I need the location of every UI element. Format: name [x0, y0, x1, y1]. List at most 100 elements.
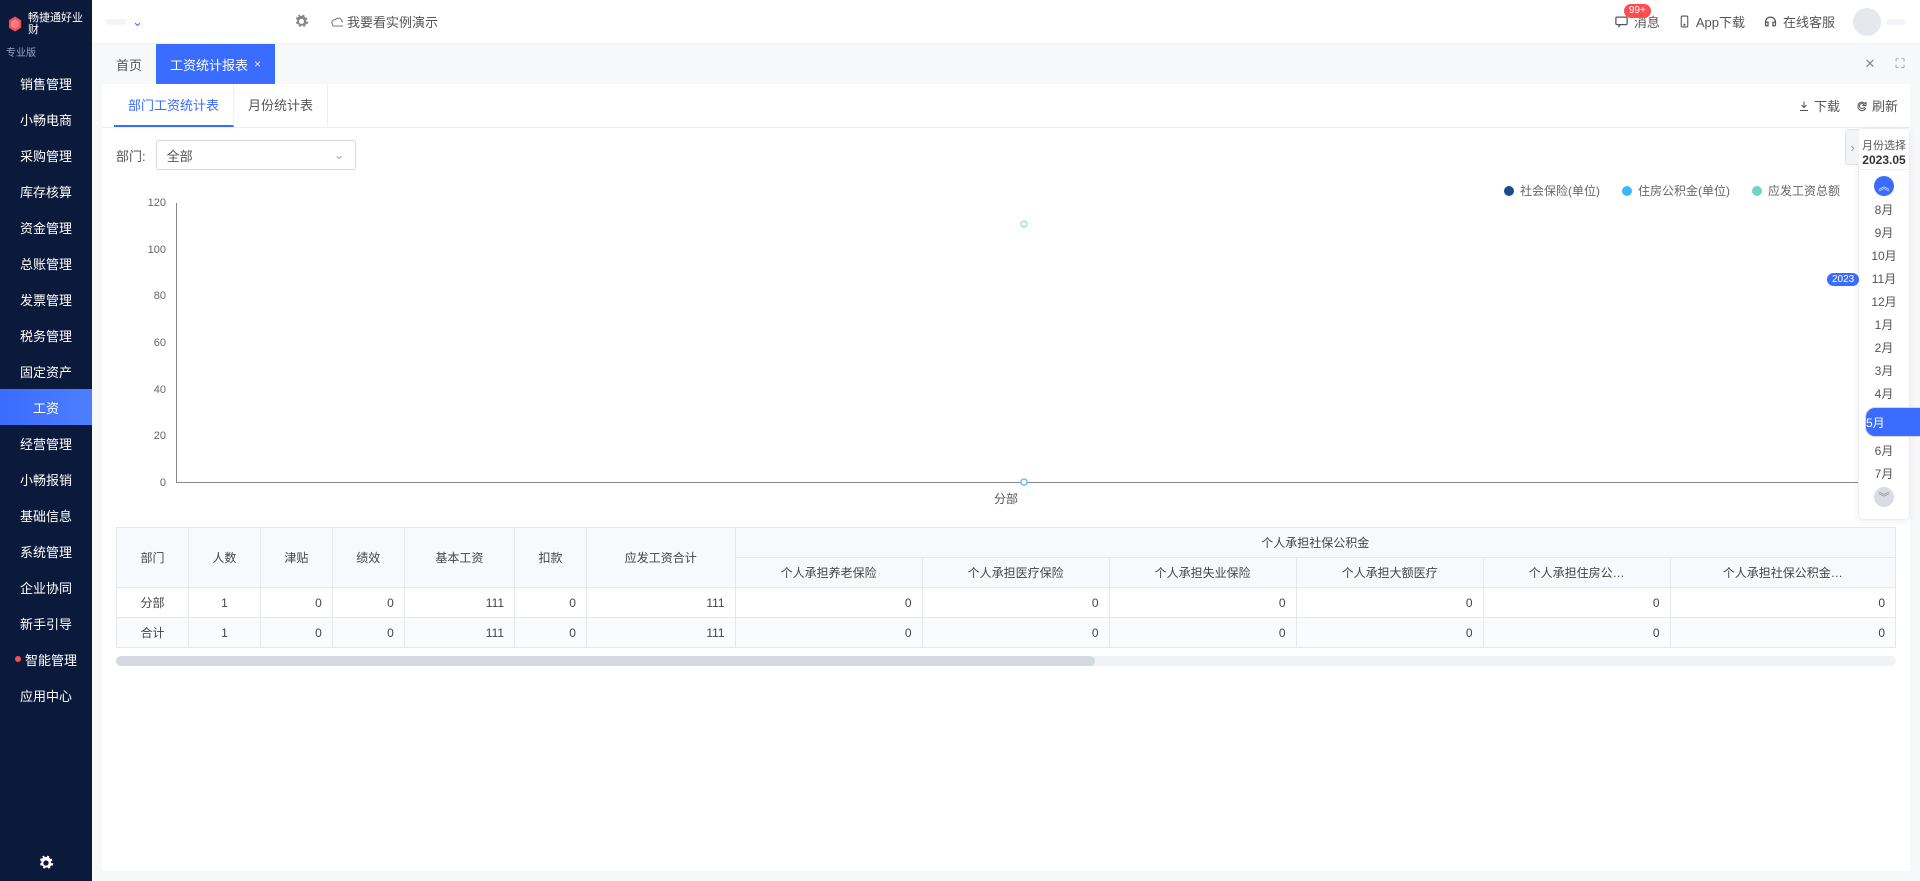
month-option[interactable]: 9月: [1859, 221, 1909, 244]
col-sub-header: 个人承担养老保险: [735, 558, 922, 588]
sidebar-item-6[interactable]: 发票管理: [0, 281, 92, 317]
refresh-button[interactable]: 刷新: [1856, 96, 1898, 115]
filters: 部门: 全部 ⌄: [102, 128, 1910, 182]
y-tick: 120: [148, 197, 166, 209]
sidebar-item-label: 新手引导: [20, 614, 72, 633]
app-download-button[interactable]: App下载: [1678, 12, 1745, 31]
cloud-icon: [329, 15, 343, 29]
legend-item[interactable]: 住房公积金(单位): [1622, 182, 1730, 199]
chevron-down-icon: ⌄: [334, 147, 345, 163]
demo-link[interactable]: 我要看实例演示: [329, 12, 438, 31]
sidebar-item-14[interactable]: 企业协同: [0, 569, 92, 605]
month-option[interactable]: 11月: [1859, 267, 1909, 290]
month-panel-toggle[interactable]: ›: [1845, 129, 1859, 165]
sidebar-settings[interactable]: [0, 845, 92, 881]
chart-xlabel: 分部: [994, 490, 1018, 507]
sidebar-item-13[interactable]: 系统管理: [0, 533, 92, 569]
chart-point: [1020, 220, 1027, 227]
y-tick: 100: [148, 244, 166, 256]
month-selector-panel: › 月份选择 2023.05 ︽ 8月9月10月11月12月1月2月3月4月5月…: [1858, 128, 1910, 520]
month-option[interactable]: 6月: [1859, 439, 1909, 462]
dept-select[interactable]: 全部 ⌄: [156, 140, 356, 170]
month-scroll-down[interactable]: ︾: [1874, 487, 1894, 507]
sidebar-item-1[interactable]: 小畅电商: [0, 101, 92, 137]
month-option[interactable]: 5月: [1865, 407, 1920, 437]
brand-logo: 畅捷通好业财: [0, 0, 92, 44]
subtab-1[interactable]: 月份统计表: [234, 84, 328, 127]
username: [1886, 19, 1906, 25]
month-option[interactable]: 1月: [1859, 313, 1909, 336]
sidebar-item-label: 销售管理: [20, 74, 72, 93]
brand-edition: 专业版: [0, 44, 92, 59]
col-sub-header: 个人承担社保公积金…: [1670, 558, 1895, 588]
salary-table: 部门人数津贴绩效基本工资扣款应发工资合计个人承担社保公积金个人承担养老保险个人承…: [116, 527, 1896, 648]
sidebar-item-label: 资金管理: [20, 218, 72, 237]
year-marker: 2023: [1827, 273, 1859, 286]
sidebar-item-label: 税务管理: [20, 326, 72, 345]
sidebar-item-17[interactable]: 应用中心: [0, 677, 92, 713]
sidebar-item-0[interactable]: 销售管理: [0, 65, 92, 101]
close-tab-button[interactable]: ✕: [1860, 54, 1880, 74]
month-scroll-up[interactable]: ︽: [1874, 176, 1894, 196]
chart-plot: [176, 203, 1870, 483]
month-option[interactable]: 2月: [1859, 336, 1909, 359]
sidebar-item-2[interactable]: 采购管理: [0, 137, 92, 173]
col-sub-header: 个人承担大额医疗: [1296, 558, 1483, 588]
dept-filter-label: 部门:: [116, 146, 146, 165]
col-header: 部门: [117, 528, 189, 588]
download-icon: [1798, 100, 1810, 112]
month-option[interactable]: 12月: [1859, 290, 1909, 313]
settings-icon[interactable]: [294, 14, 309, 29]
sidebar-item-12[interactable]: 基础信息: [0, 497, 92, 533]
fullscreen-button[interactable]: ⛶: [1890, 54, 1910, 74]
sidebar-item-7[interactable]: 税务管理: [0, 317, 92, 353]
subtab-0[interactable]: 部门工资统计表: [114, 84, 234, 127]
page-tab-0[interactable]: 首页: [102, 44, 156, 84]
month-option[interactable]: 3月: [1859, 359, 1909, 382]
chart-area: 社会保险(单位)住房公积金(单位)应发工资总额 020406080100120 …: [102, 182, 1910, 513]
sidebar-item-16[interactable]: 智能管理: [0, 641, 92, 677]
legend-item[interactable]: 社会保险(单位): [1504, 182, 1600, 199]
sidebar-item-5[interactable]: 总账管理: [0, 245, 92, 281]
org-switcher[interactable]: ⌄: [106, 14, 286, 30]
brand-icon: [6, 15, 24, 33]
sidebar-item-4[interactable]: 资金管理: [0, 209, 92, 245]
sidebar-item-8[interactable]: 固定资产: [0, 353, 92, 389]
page-tab-1[interactable]: 工资统计报表×: [156, 44, 275, 84]
sidebar-item-10[interactable]: 经营管理: [0, 425, 92, 461]
y-tick: 60: [154, 337, 166, 349]
legend-item[interactable]: 应发工资总额: [1752, 182, 1840, 199]
report-subtabs: 部门工资统计表月份统计表 下载 刷新: [102, 84, 1910, 128]
user-menu[interactable]: [1853, 8, 1906, 36]
chart-point: [1020, 479, 1027, 486]
col-header: 基本工资: [404, 528, 514, 588]
month-option[interactable]: 10月: [1859, 244, 1909, 267]
sidebar: 畅捷通好业财 专业版 销售管理小畅电商采购管理库存核算资金管理总账管理发票管理税…: [0, 0, 92, 881]
col-header: 扣款: [515, 528, 587, 588]
table-row: 分部1001110111000000: [117, 588, 1896, 618]
month-option[interactable]: 4月: [1859, 382, 1909, 405]
month-option[interactable]: 8月: [1859, 198, 1909, 221]
sidebar-item-3[interactable]: 库存核算: [0, 173, 92, 209]
sidebar-item-label: 基础信息: [20, 506, 72, 525]
col-header: 津贴: [260, 528, 332, 588]
table-h-scrollbar[interactable]: [116, 656, 1896, 666]
gear-icon: [38, 855, 54, 871]
sidebar-item-label: 企业协同: [20, 578, 72, 597]
col-sub-header: 个人承担失业保险: [1109, 558, 1296, 588]
col-header: 人数: [188, 528, 260, 588]
online-service-button[interactable]: 在线客服: [1763, 12, 1835, 31]
close-icon[interactable]: ×: [254, 57, 261, 71]
sidebar-item-11[interactable]: 小畅报销: [0, 461, 92, 497]
sidebar-item-label: 小畅报销: [20, 470, 72, 489]
legend-dot: [1752, 186, 1762, 196]
sidebar-item-15[interactable]: 新手引导: [0, 605, 92, 641]
download-button[interactable]: 下载: [1798, 96, 1840, 115]
sidebar-item-label: 小畅电商: [20, 110, 72, 129]
col-header: 绩效: [332, 528, 404, 588]
sidebar-item-label: 固定资产: [20, 362, 72, 381]
sidebar-item-9[interactable]: 工资: [0, 389, 92, 425]
messages-button[interactable]: 消息 99+: [1614, 12, 1660, 31]
y-tick: 0: [160, 477, 166, 489]
month-option[interactable]: 7月: [1859, 462, 1909, 485]
